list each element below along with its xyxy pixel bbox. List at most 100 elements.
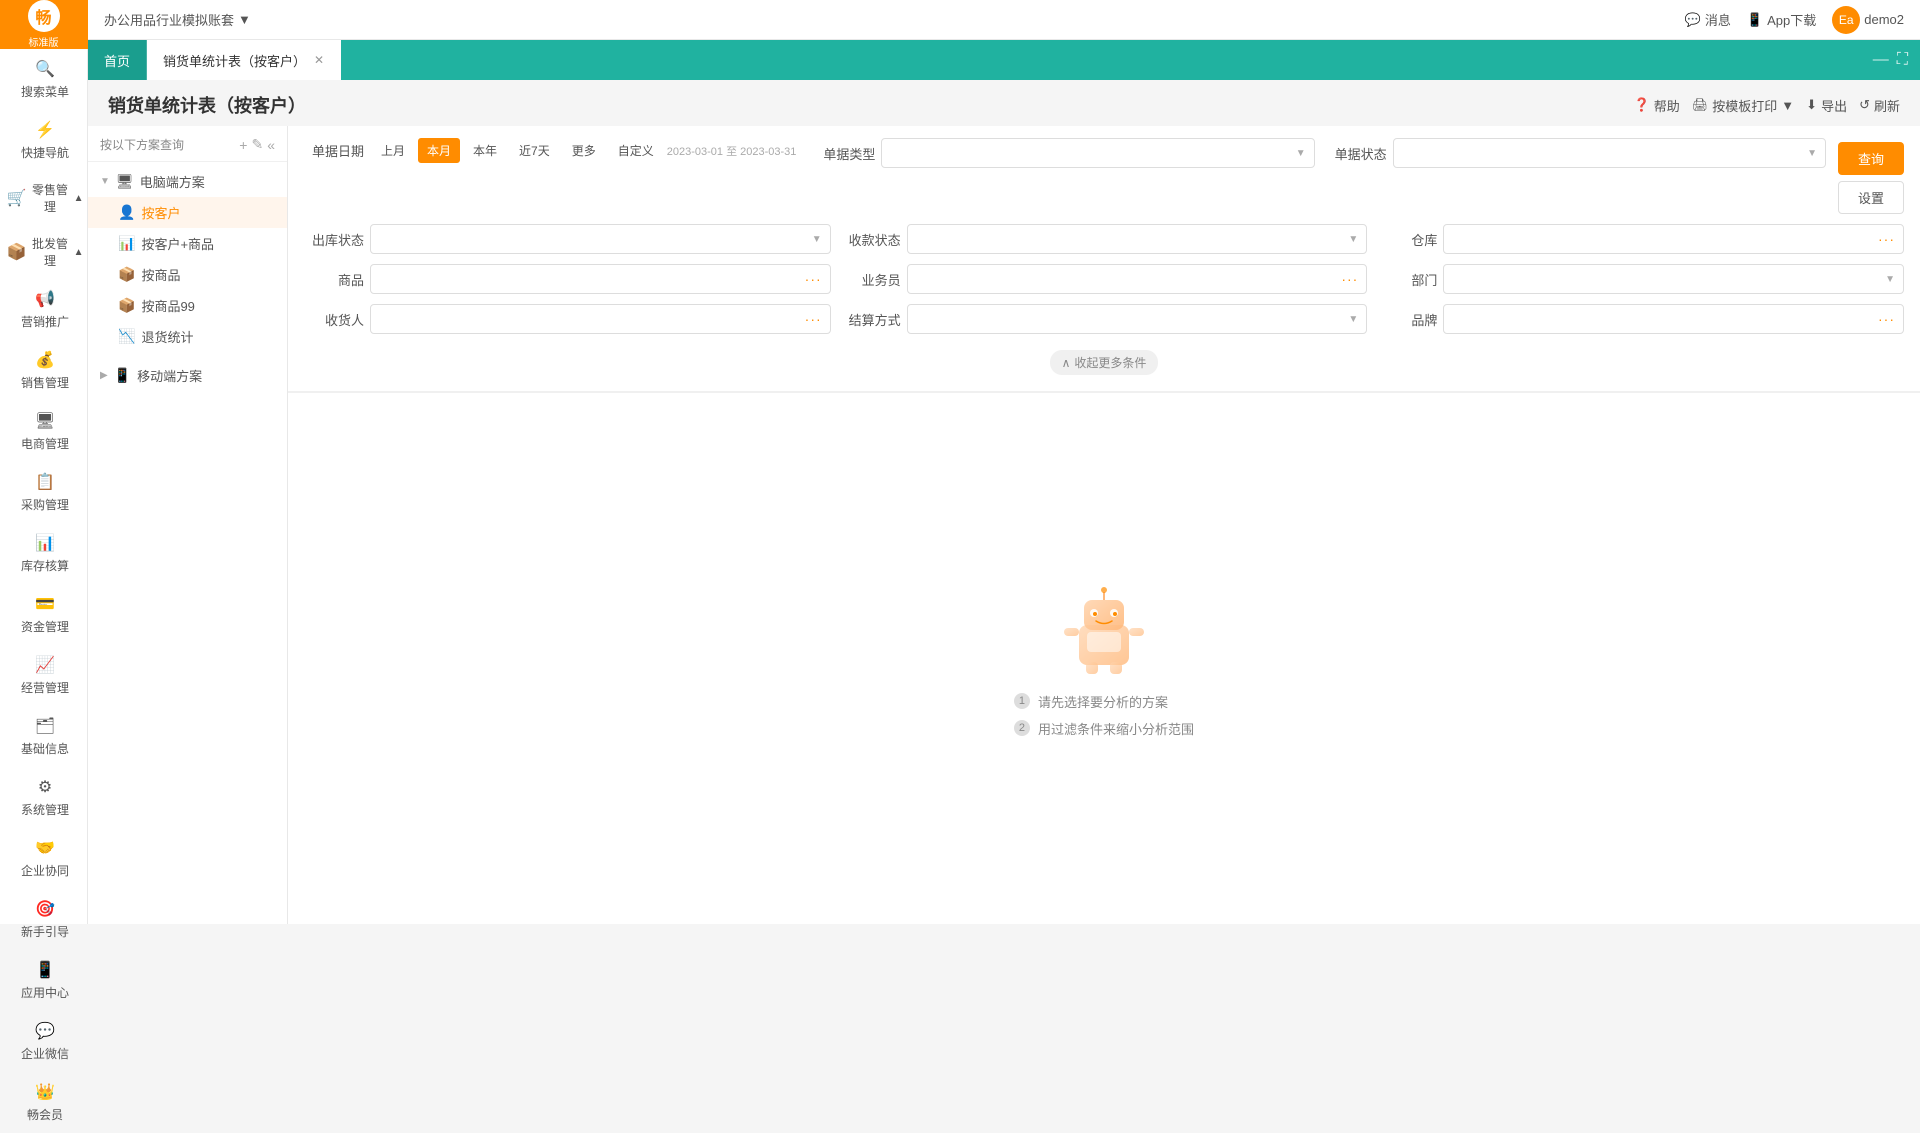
scheme-by-customer-goods-label: 按客户+商品 bbox=[141, 234, 214, 253]
date-last-month-btn[interactable]: 上月 bbox=[372, 138, 414, 163]
tab-sales-stats[interactable]: 销货单统计表（按客户） ✕ bbox=[147, 40, 341, 80]
app-download-btn[interactable]: 📱 App下载 bbox=[1747, 10, 1816, 29]
wholesale-arrow-icon: ▲ bbox=[74, 247, 84, 258]
goods-select[interactable]: ··· bbox=[370, 264, 831, 294]
sidebar-item-marketing[interactable]: 📢 营销推广 bbox=[0, 279, 88, 340]
date-more-btn[interactable]: 更多 bbox=[563, 138, 605, 163]
sidebar-item-search[interactable]: 🔍 搜索菜单 bbox=[0, 49, 88, 110]
user-profile[interactable]: Ea demo2 bbox=[1832, 6, 1904, 34]
sidebar-item-quick[interactable]: ⚡ 快捷导航 bbox=[0, 110, 88, 171]
department-dropdown-arrow: ▼ bbox=[1885, 274, 1895, 285]
print-dropdown-arrow: ▼ bbox=[1781, 98, 1794, 113]
sidebar: 畅 标准版 🔍 搜索菜单 ⚡ 快捷导航 🛒 零售管理 ▲ 📦 批发管理 ▲ 📢 … bbox=[0, 0, 88, 924]
empty-illustration bbox=[1054, 580, 1154, 680]
tab-minimize-icon[interactable]: — bbox=[1873, 51, 1889, 69]
date-custom-btn[interactable]: 自定义 bbox=[609, 138, 663, 163]
settings-button[interactable]: 设置 bbox=[1838, 181, 1904, 214]
edit-scheme-icon[interactable]: ✎ bbox=[251, 136, 263, 153]
sidebar-item-biz[interactable]: 📈 经营管理 bbox=[0, 645, 88, 706]
add-scheme-icon[interactable]: + bbox=[239, 137, 247, 153]
goods-icon: 📦 bbox=[118, 266, 135, 283]
tip-num-1: 1 bbox=[1014, 693, 1030, 709]
date-this-year-btn[interactable]: 本年 bbox=[464, 138, 506, 163]
export-label: 导出 bbox=[1821, 96, 1847, 115]
salesman-select[interactable]: ··· bbox=[907, 264, 1368, 294]
date-this-month-btn[interactable]: 本月 bbox=[418, 138, 460, 163]
sidebar-basic-label: 基础信息 bbox=[21, 740, 69, 757]
marketing-nav-icon: 📢 bbox=[35, 289, 55, 309]
page-header: 销货单统计表（按客户） ❓ 帮助 🖨 按模板打印 ▼ ⬇ 导出 ↺ 刷新 bbox=[88, 80, 1920, 126]
sidebar-item-apps[interactable]: 📱 应用中心 bbox=[0, 950, 88, 1011]
export-btn[interactable]: ⬇ 导出 bbox=[1806, 96, 1847, 115]
receiver-select[interactable]: ··· bbox=[370, 304, 831, 334]
refresh-icon: ↺ bbox=[1859, 97, 1870, 113]
help-btn[interactable]: ❓ 帮助 bbox=[1634, 96, 1680, 115]
purchase-nav-icon: 📋 bbox=[35, 472, 55, 492]
sidebar-item-inventory[interactable]: 📊 库存核算 bbox=[0, 523, 88, 584]
settlement-select[interactable]: ▼ bbox=[907, 304, 1368, 334]
sidebar-item-purchase[interactable]: 📋 采购管理 bbox=[0, 462, 88, 523]
app-name-dropdown[interactable]: 办公用品行业模拟账套 ▼ bbox=[104, 10, 251, 29]
order-type-dropdown-arrow: ▼ bbox=[1296, 148, 1306, 159]
collect-status-select[interactable]: ▼ bbox=[907, 224, 1368, 254]
order-type-select[interactable]: ▼ bbox=[881, 138, 1314, 168]
sidebar-biz-label: 经营管理 bbox=[21, 679, 69, 696]
scheme-by-goods99[interactable]: 📦 按商品99 bbox=[88, 290, 287, 321]
warehouse-select[interactable]: ··· bbox=[1443, 224, 1904, 254]
sidebar-item-wechat[interactable]: 💬 企业微信 bbox=[0, 1011, 88, 1072]
sidebar-item-sales[interactable]: 💰 销售管理 bbox=[0, 340, 88, 401]
scheme-group-mobile-header[interactable]: ▶ 📱 移动端方案 bbox=[88, 360, 287, 391]
refresh-btn[interactable]: ↺ 刷新 bbox=[1859, 96, 1900, 115]
order-status-select[interactable]: ▼ bbox=[1393, 138, 1826, 168]
salesman-cell: 业务员 ··· bbox=[841, 264, 1368, 294]
returns-icon: 📉 bbox=[118, 328, 135, 345]
user-name: demo2 bbox=[1864, 12, 1904, 27]
main-area: 办公用品行业模拟账套 ▼ 💬 消息 📱 App下载 Ea demo2 首页 bbox=[88, 0, 1920, 924]
wholesale-nav-icon: 📦 bbox=[7, 242, 27, 262]
department-cell: 部门 ▼ bbox=[1377, 264, 1904, 294]
scheme-by-goods[interactable]: 📦 按商品 bbox=[88, 259, 287, 290]
sidebar-item-wholesale[interactable]: 📦 批发管理 ▲ bbox=[0, 225, 88, 279]
message-btn[interactable]: 💬 消息 bbox=[1685, 10, 1731, 29]
query-button[interactable]: 查询 bbox=[1838, 142, 1904, 175]
app-download-icon: 📱 bbox=[1747, 12, 1763, 28]
sidebar-wholesale-label: 批发管理 bbox=[28, 235, 71, 269]
query-btn-area: 查询 设置 bbox=[1838, 138, 1904, 214]
department-select[interactable]: ▼ bbox=[1443, 264, 1904, 294]
tab-sales-stats-label: 销货单统计表（按客户） bbox=[163, 51, 306, 70]
scheme-group-pc-header[interactable]: ▼ 🖥 电脑端方案 bbox=[88, 166, 287, 197]
collapse-row: ∧ 收起更多条件 bbox=[304, 342, 1904, 379]
brand-label: 品牌 bbox=[1377, 310, 1437, 329]
sidebar-item-system[interactable]: ⚙ 系统管理 bbox=[0, 767, 88, 828]
goods-dots: ··· bbox=[805, 271, 822, 287]
collapse-button[interactable]: ∧ 收起更多条件 bbox=[1050, 350, 1159, 375]
template-print-btn[interactable]: 🖨 按模板打印 ▼ bbox=[1692, 96, 1794, 115]
refresh-label: 刷新 bbox=[1874, 96, 1900, 115]
collapse-panel-icon[interactable]: « bbox=[267, 137, 275, 153]
left-panel-header: 按以下方案查询 + ✎ « bbox=[88, 126, 287, 162]
scheme-by-customer[interactable]: 👤 按客户 bbox=[88, 197, 287, 228]
date-last7-btn[interactable]: 近7天 bbox=[510, 138, 559, 163]
settlement-cell: 结算方式 ▼ bbox=[841, 304, 1368, 334]
sidebar-item-basic[interactable]: 🗂 基础信息 bbox=[0, 706, 88, 767]
tab-home[interactable]: 首页 bbox=[88, 40, 147, 80]
sidebar-item-retail[interactable]: 🛒 零售管理 ▲ bbox=[0, 171, 88, 225]
apps-nav-icon: 📱 bbox=[35, 960, 55, 980]
sidebar-quick-label: 快捷导航 bbox=[21, 144, 69, 161]
tab-maximize-icon[interactable]: ⛶ bbox=[1897, 51, 1908, 69]
sidebar-item-enterprise[interactable]: 🤝 企业协同 bbox=[0, 828, 88, 889]
logo-text: 标准版 bbox=[29, 34, 59, 49]
scheme-by-customer-goods[interactable]: 📊 按客户+商品 bbox=[88, 228, 287, 259]
sidebar-item-newbie[interactable]: 🎯 新手引导 bbox=[0, 889, 88, 950]
retail-arrow-icon: ▲ bbox=[74, 193, 84, 204]
tab-close-icon[interactable]: ✕ bbox=[314, 53, 324, 67]
brand-select[interactable]: ··· bbox=[1443, 304, 1904, 334]
receiver-label: 收货人 bbox=[304, 310, 364, 329]
logo-icon: 畅 bbox=[28, 0, 60, 32]
tip-text-2: 用过滤条件来缩小分析范围 bbox=[1038, 719, 1194, 738]
scheme-returns[interactable]: 📉 退货统计 bbox=[88, 321, 287, 352]
out-status-select[interactable]: ▼ bbox=[370, 224, 831, 254]
sidebar-item-ecom[interactable]: 🖥 电商管理 bbox=[0, 401, 88, 462]
sidebar-item-member[interactable]: 👑 畅会员 bbox=[0, 1072, 88, 1133]
sidebar-item-finance[interactable]: 💳 资金管理 bbox=[0, 584, 88, 645]
